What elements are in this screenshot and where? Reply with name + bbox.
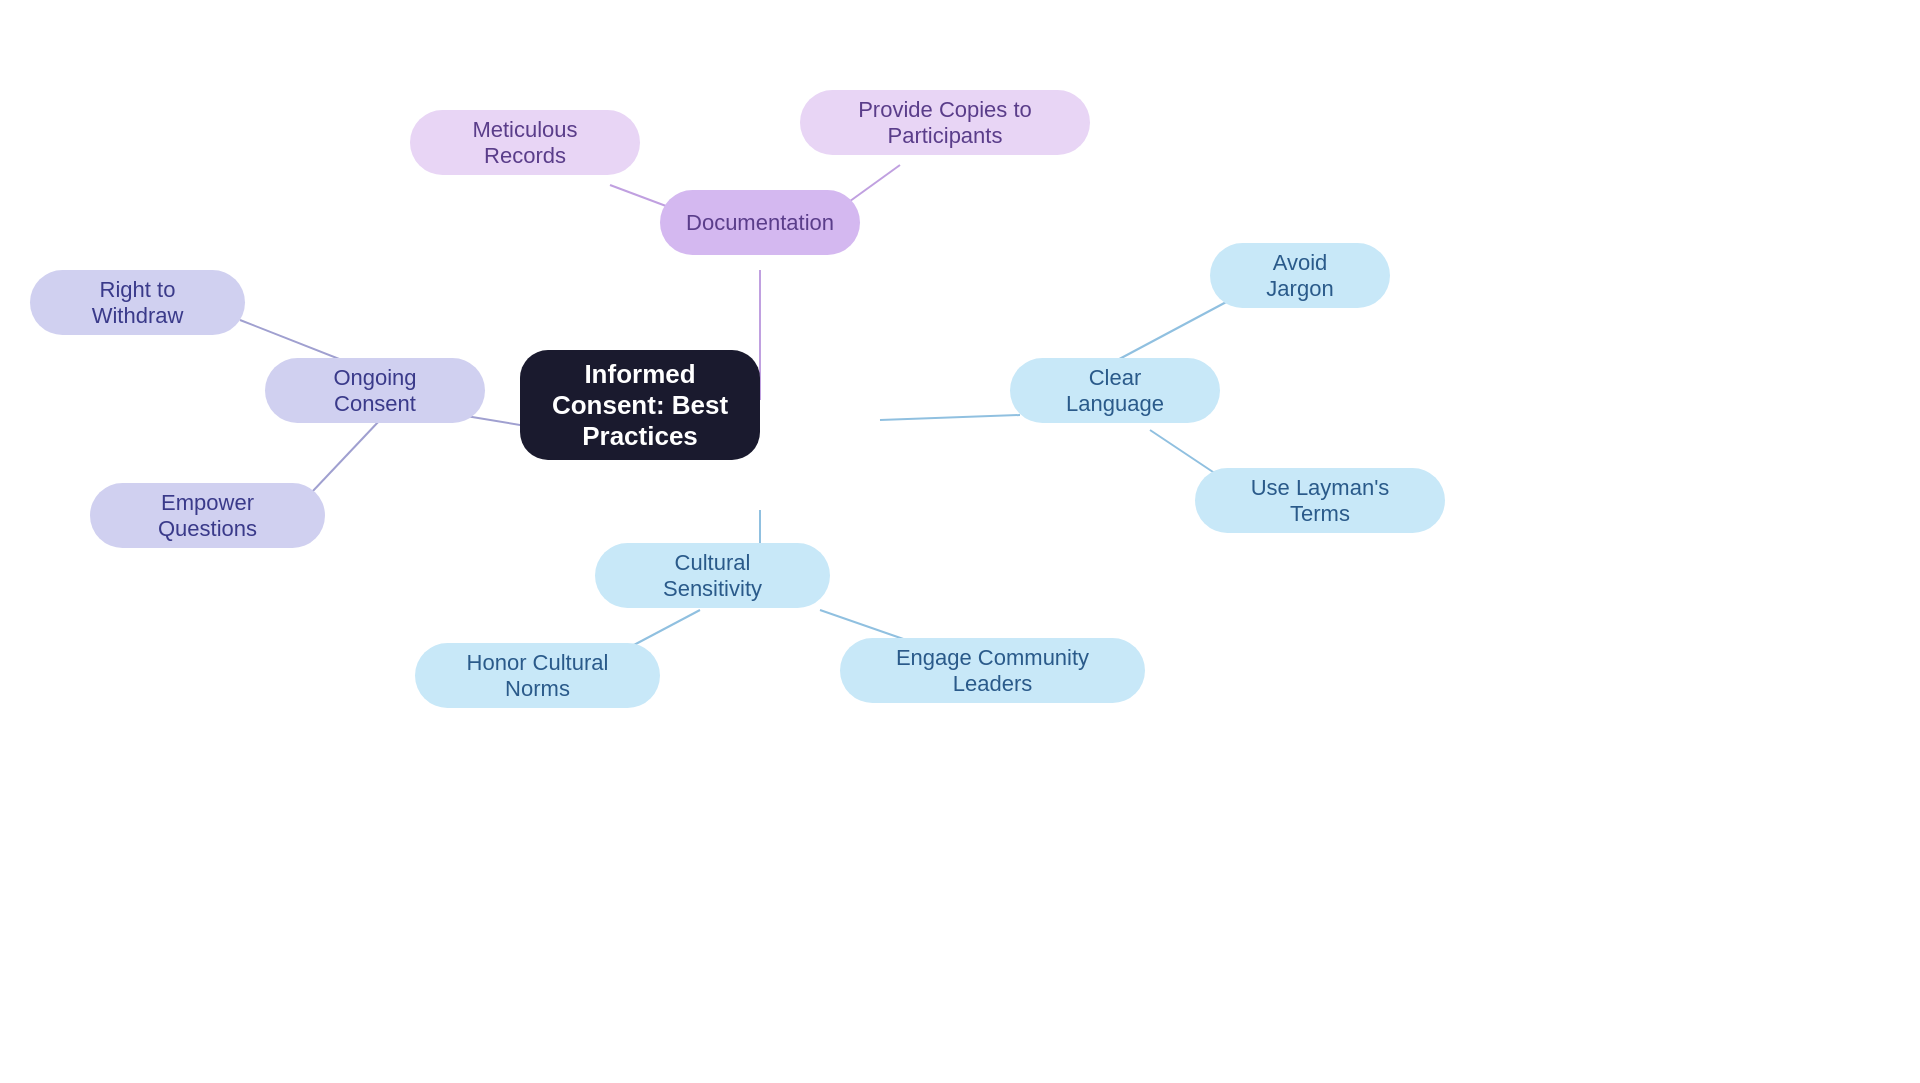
ongoing-consent-node: Ongoing Consent <box>265 358 485 423</box>
right-to-withdraw-node: Right to Withdraw <box>30 270 245 335</box>
documentation-node: Documentation <box>660 190 860 255</box>
cultural-sensitivity-node: Cultural Sensitivity <box>595 543 830 608</box>
provide-copies-node: Provide Copies to Participants <box>800 90 1090 155</box>
avoid-jargon-node: Avoid Jargon <box>1210 243 1390 308</box>
engage-community-leaders-node: Engage Community Leaders <box>840 638 1145 703</box>
svg-line-6 <box>880 415 1020 420</box>
meticulous-records-node: Meticulous Records <box>410 110 640 175</box>
empower-questions-node: Empower Questions <box>90 483 325 548</box>
use-laymans-terms-node: Use Layman's Terms <box>1195 468 1445 533</box>
center-node: Informed Consent: Best Practices <box>520 350 760 460</box>
honor-cultural-norms-node: Honor Cultural Norms <box>415 643 660 708</box>
clear-language-node: Clear Language <box>1010 358 1220 423</box>
